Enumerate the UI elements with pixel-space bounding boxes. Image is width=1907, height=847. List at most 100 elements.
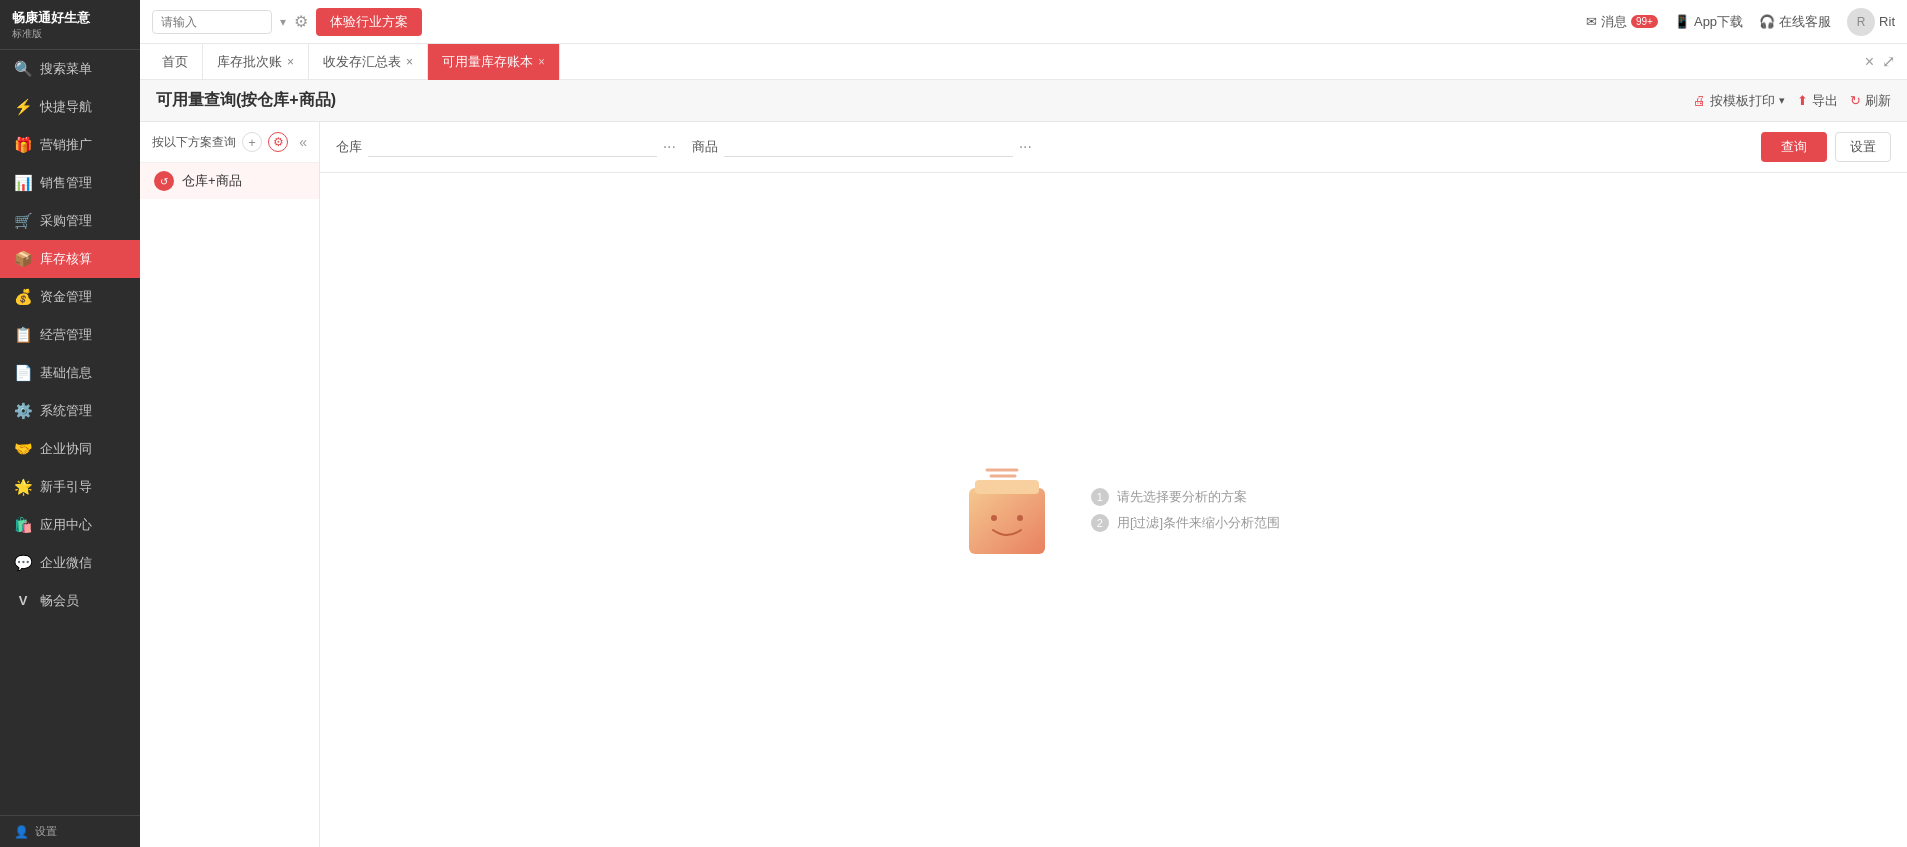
sidebar-label-operations: 经营管理 — [40, 326, 92, 344]
topbar-dropdown-arrow[interactable]: ▾ — [280, 15, 286, 29]
headset-icon: 🎧 — [1759, 14, 1775, 29]
tab-batch-account[interactable]: 库存批次账 × — [203, 44, 309, 80]
enterprise-icon: 🤝 — [14, 440, 32, 458]
purchase-icon: 🛒 — [14, 212, 32, 230]
sidebar-label-basic: 基础信息 — [40, 364, 92, 382]
sales-icon: 📊 — [14, 174, 32, 192]
tab-available-ledger[interactable]: 可用量库存账本 × — [428, 44, 560, 80]
sidebar-label-member: 畅会员 — [40, 592, 79, 610]
sidebar-label-system: 系统管理 — [40, 402, 92, 420]
sidebar-item-system[interactable]: ⚙️ 系统管理 — [0, 392, 140, 430]
tabs-close-all-button[interactable]: × — [1865, 54, 1874, 70]
empty-box-svg — [947, 450, 1067, 570]
sidebar-label-search: 搜索菜单 — [40, 60, 92, 78]
online-service-button[interactable]: 🎧 在线客服 — [1759, 13, 1831, 31]
topbar-gear-icon[interactable]: ⚙ — [294, 12, 308, 31]
step-2-circle: 2 — [1091, 514, 1109, 532]
print-arrow: ▾ — [1779, 94, 1785, 107]
print-label: 按模板打印 — [1710, 92, 1775, 110]
empty-illustration — [947, 450, 1067, 570]
topbar-search-input[interactable] — [152, 10, 272, 34]
warehouse-more-button[interactable]: ··· — [663, 138, 676, 156]
sidebar-scroll: 🔍 搜索菜单 ⚡ 快捷导航 🎁 营销推广 📊 销售管理 🛒 采购管理 📦 库存核… — [0, 50, 140, 815]
sidebar-label-quick-nav: 快捷导航 — [40, 98, 92, 116]
empty-text: 1 请先选择要分析的方案 2 用[过滤]条件来缩小分析范围 — [1091, 488, 1280, 532]
query-panel-label: 按以下方案查询 — [152, 134, 236, 151]
message-icon: ✉ — [1586, 14, 1597, 29]
scheme-settings-button[interactable]: ⚙ — [268, 132, 288, 152]
sidebar-item-basic[interactable]: 📄 基础信息 — [0, 354, 140, 392]
setting-button[interactable]: 设置 — [1835, 132, 1891, 162]
sidebar-item-inventory[interactable]: 📦 库存核算 — [0, 240, 140, 278]
avatar-initials: R — [1857, 15, 1866, 29]
product-filter-field: 商品 ··· — [692, 137, 1032, 157]
sidebar-item-quick-nav[interactable]: ⚡ 快捷导航 — [0, 88, 140, 126]
inventory-icon: 📦 — [14, 250, 32, 268]
sidebar-label-sales: 销售管理 — [40, 174, 92, 192]
user-profile[interactable]: R Rit — [1847, 8, 1895, 36]
empty-step-1: 1 请先选择要分析的方案 — [1091, 488, 1280, 506]
quick-nav-icon: ⚡ — [14, 98, 32, 116]
tab-batch-account-label: 库存批次账 — [217, 53, 282, 71]
refresh-label: 刷新 — [1865, 92, 1891, 110]
svg-point-5 — [991, 515, 997, 521]
tab-available-ledger-close[interactable]: × — [538, 55, 545, 69]
tab-receive-summary-close[interactable]: × — [406, 55, 413, 69]
sidebar-item-wechat[interactable]: 💬 企业微信 — [0, 544, 140, 582]
sidebar-label-appstore: 应用中心 — [40, 516, 92, 534]
message-button[interactable]: ✉ 消息 99+ — [1586, 13, 1658, 31]
page-title: 可用量查询(按仓库+商品) — [156, 90, 336, 111]
sidebar-item-appstore[interactable]: 🛍️ 应用中心 — [0, 506, 140, 544]
query-panel: 按以下方案查询 + ⚙ « ↺ 仓库+商品 — [140, 122, 320, 847]
add-scheme-button[interactable]: + — [242, 132, 262, 152]
step-1-circle: 1 — [1091, 488, 1109, 506]
sidebar-item-purchase[interactable]: 🛒 采购管理 — [0, 202, 140, 240]
sidebar-item-operations[interactable]: 📋 经营管理 — [0, 316, 140, 354]
empty-step2-label: 用[过滤]条件来缩小分析范围 — [1117, 514, 1280, 532]
warehouse-filter-input[interactable] — [368, 137, 657, 157]
topbar-right: ✉ 消息 99+ 📱 App下载 🎧 在线客服 R Rit — [1586, 8, 1895, 36]
empty-state: 1 请先选择要分析的方案 2 用[过滤]条件来缩小分析范围 — [320, 173, 1907, 847]
export-label: 导出 — [1812, 92, 1838, 110]
sidebar-item-newbie[interactable]: 🌟 新手引导 — [0, 468, 140, 506]
avatar: R — [1847, 8, 1875, 36]
sidebar-item-finance[interactable]: 💰 资金管理 — [0, 278, 140, 316]
sidebar-label-inventory: 库存核算 — [40, 250, 92, 268]
sidebar-label-marketing: 营销推广 — [40, 136, 92, 154]
svg-rect-4 — [975, 480, 1039, 494]
member-icon: V — [14, 593, 32, 608]
industry-solution-button[interactable]: 体验行业方案 — [316, 8, 422, 36]
tab-receive-summary[interactable]: 收发存汇总表 × — [309, 44, 428, 80]
scheme-icon: ↺ — [154, 171, 174, 191]
username-label: Rit — [1879, 14, 1895, 29]
sidebar-item-sales[interactable]: 📊 销售管理 — [0, 164, 140, 202]
query-panel-header: 按以下方案查询 + ⚙ « — [140, 122, 319, 163]
sidebar-item-search[interactable]: 🔍 搜索菜单 — [0, 50, 140, 88]
tab-available-ledger-label: 可用量库存账本 — [442, 53, 533, 71]
print-button[interactable]: 🖨 按模板打印 ▾ — [1693, 92, 1785, 110]
scheme-icon-glyph: ↺ — [160, 176, 168, 187]
message-badge: 99+ — [1631, 15, 1658, 28]
sidebar-footer: 👤 设置 — [0, 815, 140, 847]
content-area: 按以下方案查询 + ⚙ « ↺ 仓库+商品 仓库 ··· — [140, 122, 1907, 847]
sidebar-item-marketing[interactable]: 🎁 营销推广 — [0, 126, 140, 164]
sidebar-item-enterprise[interactable]: 🤝 企业协同 — [0, 430, 140, 468]
warehouse-filter-field: 仓库 ··· — [336, 137, 676, 157]
sidebar-label-enterprise: 企业协同 — [40, 440, 92, 458]
tab-home-label: 首页 — [162, 53, 188, 71]
sidebar-item-member[interactable]: V 畅会员 — [0, 582, 140, 620]
empty-step1-label: 请先选择要分析的方案 — [1117, 488, 1247, 506]
export-button[interactable]: ⬆ 导出 — [1797, 92, 1838, 110]
app-download-button[interactable]: 📱 App下载 — [1674, 13, 1743, 31]
tab-home[interactable]: 首页 — [148, 44, 203, 80]
scheme-item-warehouse-product[interactable]: ↺ 仓库+商品 — [140, 163, 319, 199]
collapse-panel-button[interactable]: « — [299, 134, 307, 150]
product-more-button[interactable]: ··· — [1019, 138, 1032, 156]
tab-batch-account-close[interactable]: × — [287, 55, 294, 69]
refresh-button[interactable]: ↻ 刷新 — [1850, 92, 1891, 110]
tabs-expand-button[interactable]: ⤢ — [1882, 52, 1895, 71]
query-button[interactable]: 查询 — [1761, 132, 1827, 162]
phone-icon: 📱 — [1674, 14, 1690, 29]
product-filter-input[interactable] — [724, 137, 1013, 157]
app-version: 标准版 — [12, 27, 128, 41]
